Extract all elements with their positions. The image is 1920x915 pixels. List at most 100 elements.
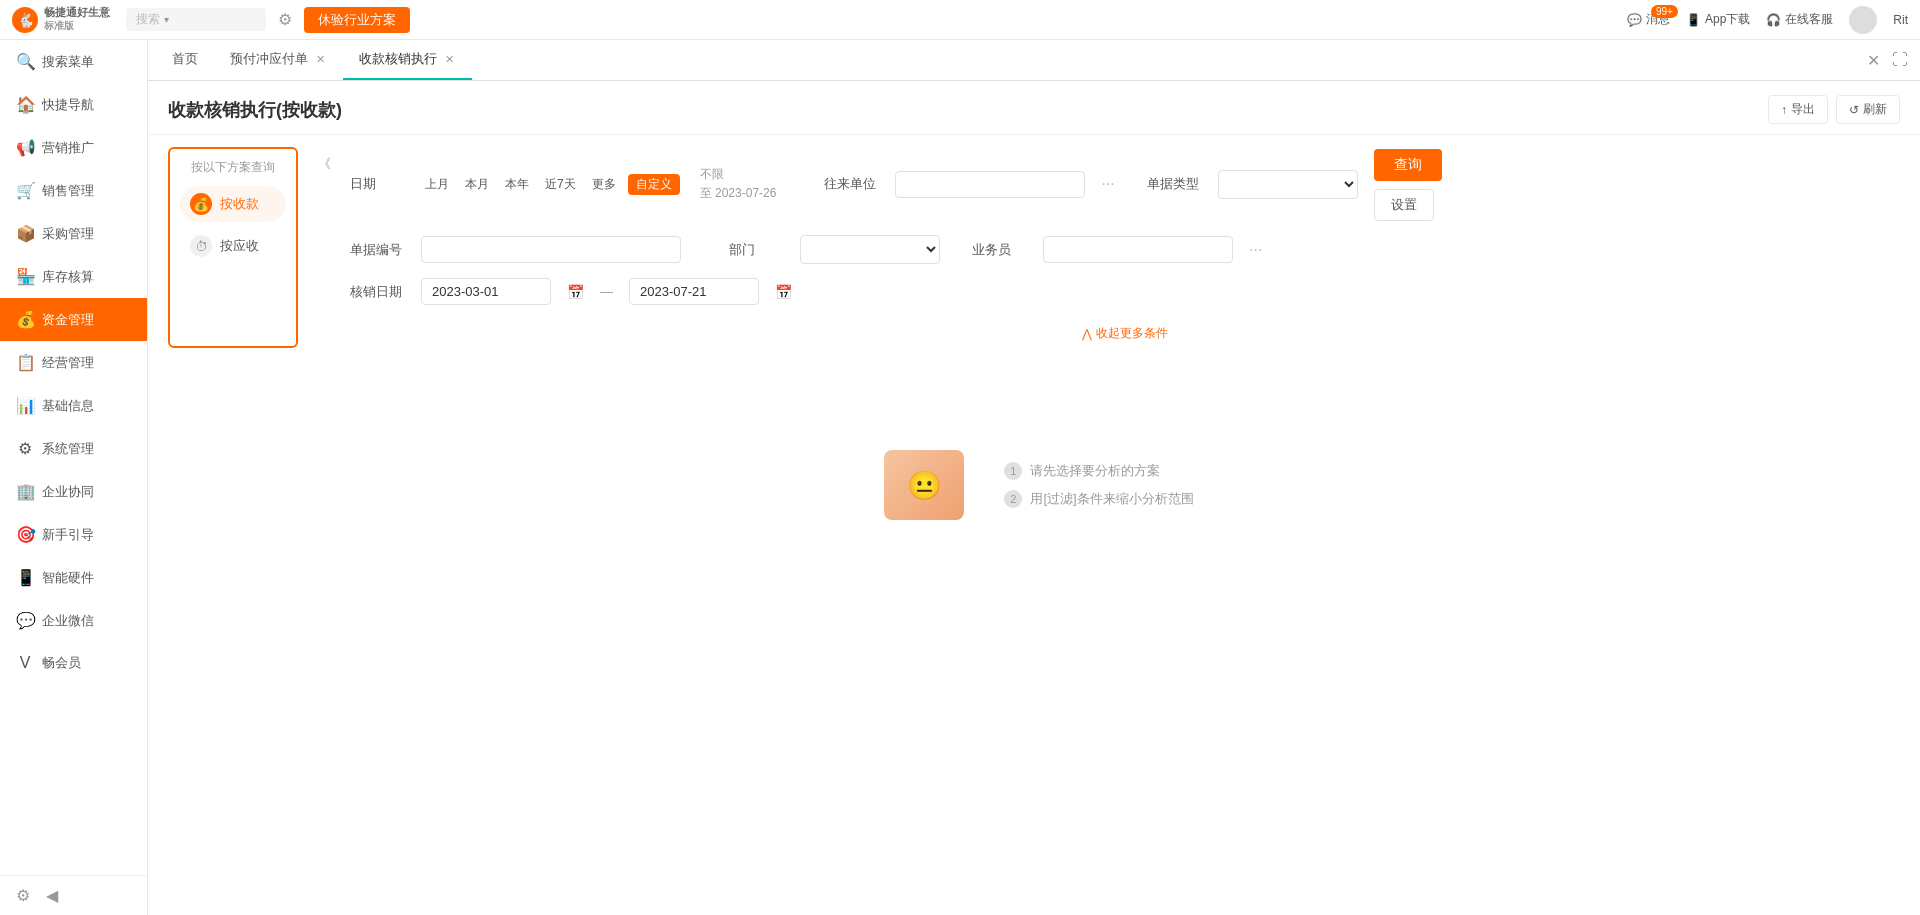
department-label: 部门 bbox=[729, 241, 784, 259]
page-header-actions: ↑ 导出 ↺ 刷新 bbox=[1768, 95, 1900, 124]
search-chevron-icon: ▾ bbox=[164, 14, 169, 25]
sidebar-item-search-menu[interactable]: 🔍 搜索菜单 bbox=[0, 40, 147, 83]
gear-icon[interactable]: ⚙ bbox=[278, 10, 292, 29]
doc-no-input[interactable] bbox=[421, 236, 681, 263]
sidebar-item-enterprise[interactable]: 🏢 企业协同 bbox=[0, 470, 147, 513]
sidebar-item-guide[interactable]: 🎯 新手引导 bbox=[0, 513, 147, 556]
customer-service-btn[interactable]: 🎧 在线客服 bbox=[1766, 11, 1833, 28]
logo-icon: 🐇 bbox=[12, 7, 38, 33]
search-menu-icon: 🔍 bbox=[16, 52, 34, 71]
topbar-right: 💬 消息 99+ 📱 App下载 🎧 在线客服 Rit bbox=[1627, 6, 1908, 34]
export-icon: ↑ bbox=[1781, 103, 1787, 117]
tab-receipt-offset-label: 收款核销执行 bbox=[359, 50, 437, 68]
date-this-year[interactable]: 本年 bbox=[501, 174, 533, 195]
sidebar-item-basic-info[interactable]: 📊 基础信息 bbox=[0, 384, 147, 427]
sidebar-item-marketing[interactable]: 📢 营销推广 bbox=[0, 126, 147, 169]
app-name: 畅捷通好生意 bbox=[44, 6, 110, 19]
collapse-sidebar-icon[interactable]: ◀ bbox=[46, 886, 58, 905]
tab-prepay[interactable]: 预付冲应付单 ✕ bbox=[214, 40, 343, 80]
finance-icon: 💰 bbox=[16, 310, 34, 329]
refresh-label: 刷新 bbox=[1863, 101, 1887, 118]
sidebar-item-system[interactable]: ⚙ 系统管理 bbox=[0, 427, 147, 470]
sidebar-item-hardware[interactable]: 📱 智能硬件 bbox=[0, 556, 147, 599]
tab-prepay-close-icon[interactable]: ✕ bbox=[314, 51, 327, 68]
marketing-icon: 📢 bbox=[16, 138, 34, 157]
refresh-button[interactable]: ↺ 刷新 bbox=[1836, 95, 1900, 124]
app-download-btn[interactable]: 📱 App下载 bbox=[1686, 11, 1750, 28]
page-header: 收款核销执行(按收款) ↑ 导出 ↺ 刷新 bbox=[148, 81, 1920, 134]
tab-home[interactable]: 首页 bbox=[156, 40, 214, 80]
filter-option-by-receivable[interactable]: ⏱ 按应收 bbox=[180, 228, 286, 264]
sidebar-item-label: 系统管理 bbox=[42, 440, 94, 458]
sidebar-item-purchase[interactable]: 📦 采购管理 bbox=[0, 212, 147, 255]
sidebar-item-label: 基础信息 bbox=[42, 397, 94, 415]
filter-sidebar-title: 按以下方案查询 bbox=[180, 159, 286, 176]
app-edition: 标准版 bbox=[44, 19, 110, 33]
guide-icon: 🎯 bbox=[16, 525, 34, 544]
search-area[interactable]: 搜索 ▾ bbox=[126, 8, 266, 31]
tab-prepay-label: 预付冲应付单 bbox=[230, 50, 308, 68]
app-logo: 🐇 畅捷通好生意 标准版 bbox=[12, 6, 110, 33]
sidebar-item-label: 快捷导航 bbox=[42, 96, 94, 114]
doc-type-select[interactable] bbox=[1218, 170, 1358, 199]
settings-icon[interactable]: ⚙ bbox=[16, 886, 30, 905]
by-receivable-icon: ⏱ bbox=[190, 235, 212, 257]
operations-icon: 📋 bbox=[16, 353, 34, 372]
query-button[interactable]: 查询 bbox=[1374, 149, 1442, 181]
sidebar-item-quick-nav[interactable]: 🏠 快捷导航 bbox=[0, 83, 147, 126]
date-more[interactable]: 更多 bbox=[588, 174, 620, 195]
tab-receipt-offset-close-icon[interactable]: ✕ bbox=[443, 51, 456, 68]
tab-bar-right: ✕ ⛶ bbox=[1863, 47, 1912, 74]
sales-icon: 🛒 bbox=[16, 181, 34, 200]
counterparty-input[interactable] bbox=[895, 171, 1085, 198]
tab-receipt-offset[interactable]: 收款核销执行 ✕ bbox=[343, 40, 472, 80]
inventory-icon: 🏪 bbox=[16, 267, 34, 286]
page-inner: 收款核销执行(按收款) ↑ 导出 ↺ 刷新 bbox=[148, 81, 1920, 915]
filter-panel: 按以下方案查询 💰 按收款 ⏱ 按应收 《 bbox=[148, 134, 1920, 360]
collapse-more-btn[interactable]: ⋀ 收起更多条件 bbox=[350, 319, 1900, 348]
sidebar-item-inventory[interactable]: 🏪 库存核算 bbox=[0, 255, 147, 298]
by-receipt-icon: 💰 bbox=[190, 193, 212, 215]
date-custom[interactable]: 自定义 bbox=[628, 174, 680, 195]
page-content: 收款核销执行(按收款) ↑ 导出 ↺ 刷新 bbox=[148, 81, 1920, 915]
export-button[interactable]: ↑ 导出 bbox=[1768, 95, 1828, 124]
counterparty-more-icon[interactable]: ··· bbox=[1101, 175, 1114, 193]
empty-hints: 1 请先选择要分析的方案 2 用[过滤]条件来缩小分析范围 bbox=[1004, 462, 1193, 508]
filter-actions: 查询 设置 bbox=[1374, 147, 1442, 221]
content-area: 首页 预付冲应付单 ✕ 收款核销执行 ✕ ✕ ⛶ 收款核销执行(按收款) bbox=[148, 40, 1920, 915]
filter-row-2: 单据编号 部门 业务员 ··· bbox=[350, 235, 1900, 264]
setting-button[interactable]: 设置 bbox=[1374, 189, 1434, 221]
filter-collapse-btn[interactable]: 《 bbox=[314, 147, 334, 348]
sidebar-item-member[interactable]: V 畅会员 bbox=[0, 642, 147, 684]
sidebar-item-finance[interactable]: 💰 资金管理 bbox=[0, 298, 147, 341]
refresh-icon: ↺ bbox=[1849, 103, 1859, 117]
message-btn[interactable]: 💬 消息 99+ bbox=[1627, 11, 1670, 28]
home-icon: 🏠 bbox=[16, 95, 34, 114]
empty-box: 😐 bbox=[884, 450, 964, 520]
date-this-month[interactable]: 本月 bbox=[461, 174, 493, 195]
sidebar-item-operations[interactable]: 📋 经营管理 bbox=[0, 341, 147, 384]
verify-date-end-input[interactable] bbox=[629, 278, 759, 305]
tab-close-btn[interactable]: ✕ bbox=[1863, 47, 1884, 74]
tab-expand-icon[interactable]: ⛶ bbox=[1888, 47, 1912, 73]
wechat-icon: 💬 bbox=[16, 611, 34, 630]
salesperson-more-icon[interactable]: ··· bbox=[1249, 241, 1262, 259]
filter-option-by-receipt[interactable]: 💰 按收款 bbox=[180, 186, 286, 222]
department-select[interactable] bbox=[800, 235, 940, 264]
hint-num-2: 2 bbox=[1004, 490, 1022, 508]
salesperson-input[interactable] bbox=[1043, 236, 1233, 263]
date-7days[interactable]: 近7天 bbox=[541, 174, 580, 195]
sidebar-item-label: 营销推广 bbox=[42, 139, 94, 157]
search-text: 搜索 bbox=[136, 11, 160, 28]
industry-btn[interactable]: 休验行业方案 bbox=[304, 7, 410, 33]
export-label: 导出 bbox=[1791, 101, 1815, 118]
date-shortcuts: 上月 本月 本年 近7天 更多 自定义 bbox=[421, 174, 680, 195]
filter-row-3: 核销日期 📅 — 📅 bbox=[350, 278, 1900, 305]
verify-date-start-calendar-icon[interactable]: 📅 bbox=[567, 284, 584, 300]
verify-date-start-input[interactable] bbox=[421, 278, 551, 305]
verify-date-end-calendar-icon[interactable]: 📅 bbox=[775, 284, 792, 300]
sidebar-item-wechat[interactable]: 💬 企业微信 bbox=[0, 599, 147, 642]
date-label: 日期 bbox=[350, 175, 405, 193]
sidebar-item-sales[interactable]: 🛒 销售管理 bbox=[0, 169, 147, 212]
date-last-month[interactable]: 上月 bbox=[421, 174, 453, 195]
